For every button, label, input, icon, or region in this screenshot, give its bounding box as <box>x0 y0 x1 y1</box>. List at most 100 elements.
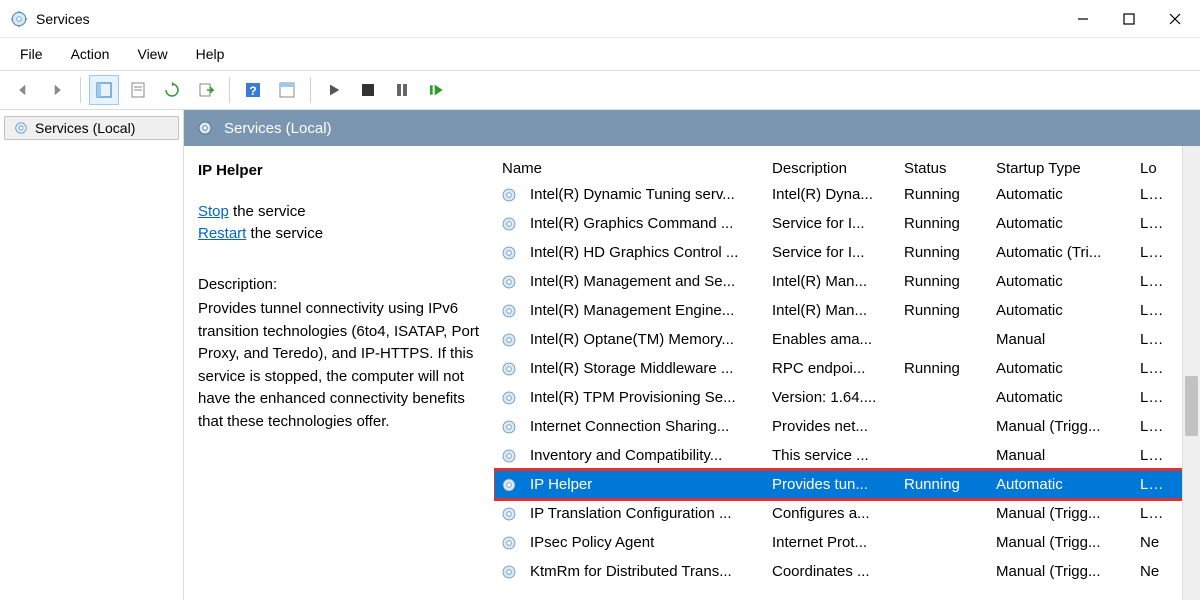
service-row[interactable]: Intel(R) Graphics Command ...Service for… <box>494 209 1200 238</box>
cell-description: Service for I... <box>764 244 896 261</box>
cell-name: Intel(R) Management Engine... <box>522 302 764 319</box>
stop-suffix: the service <box>229 203 306 220</box>
tree-pane: Services (Local) <box>0 110 184 600</box>
back-button[interactable] <box>8 75 38 105</box>
column-header-name[interactable]: Name <box>494 160 764 177</box>
gear-icon <box>500 418 518 436</box>
column-header-logon[interactable]: Lo <box>1132 160 1172 177</box>
cell-logon: Loc <box>1132 273 1172 290</box>
gear-icon <box>500 360 518 378</box>
cell-description: Enables ama... <box>764 331 896 348</box>
cell-logon: Ne <box>1132 563 1172 580</box>
cell-name: IP Helper <box>522 476 764 493</box>
cell-startup: Automatic <box>988 186 1132 203</box>
service-row[interactable]: Intel(R) Storage Middleware ...RPC endpo… <box>494 354 1200 383</box>
refresh-button[interactable] <box>157 75 187 105</box>
maximize-button[interactable] <box>1106 3 1152 35</box>
service-row[interactable]: KtmRm for Distributed Trans...Coordinate… <box>494 557 1200 586</box>
vertical-scrollbar[interactable] <box>1182 146 1200 600</box>
cell-status: Running <box>896 273 988 290</box>
cell-description: Version: 1.64.... <box>764 389 896 406</box>
toolbar-separator <box>229 77 230 103</box>
list-header: Name Description Status Startup Type Lo <box>494 146 1200 180</box>
cell-name: Intel(R) TPM Provisioning Se... <box>522 389 764 406</box>
column-header-description[interactable]: Description <box>764 160 896 177</box>
svg-text:?: ? <box>249 84 256 98</box>
start-service-button[interactable] <box>319 75 349 105</box>
cell-logon: Loc <box>1132 505 1172 522</box>
service-row[interactable]: IPsec Policy AgentInternet Prot... Manual… <box>494 528 1200 557</box>
menu-file[interactable]: File <box>8 42 55 66</box>
service-row[interactable]: IP HelperProvides tun...RunningAutomatic… <box>494 470 1200 499</box>
column-header-status[interactable]: Status <box>896 160 988 177</box>
cell-description: Service for I... <box>764 215 896 232</box>
cell-name: IP Translation Configuration ... <box>522 505 764 522</box>
gear-icon <box>500 273 518 291</box>
cell-description: Provides net... <box>764 418 896 435</box>
tab-title: Services (Local) <box>224 120 332 137</box>
restart-service-button[interactable] <box>421 75 451 105</box>
service-row[interactable]: Internet Connection Sharing...Provides n… <box>494 412 1200 441</box>
cell-name: Intel(R) Dynamic Tuning serv... <box>522 186 764 203</box>
cell-startup: Automatic <box>988 302 1132 319</box>
cell-description: RPC endpoi... <box>764 360 896 377</box>
cell-status: Running <box>896 186 988 203</box>
cell-logon: Loc <box>1132 360 1172 377</box>
gear-icon <box>500 215 518 233</box>
column-header-startup[interactable]: Startup Type <box>988 160 1132 177</box>
cell-name: Intel(R) Management and Se... <box>522 273 764 290</box>
service-row[interactable]: Inventory and Compatibility...This servi… <box>494 441 1200 470</box>
toolbar-separator <box>310 77 311 103</box>
gear-icon <box>500 505 518 523</box>
forward-button[interactable] <box>42 75 72 105</box>
cell-startup: Manual (Trigg... <box>988 418 1132 435</box>
cell-description: Intel(R) Man... <box>764 302 896 319</box>
cell-description: Intel(R) Man... <box>764 273 896 290</box>
cell-name: KtmRm for Distributed Trans... <box>522 563 764 580</box>
cell-startup: Automatic <box>988 360 1132 377</box>
cell-logon: Loc <box>1132 215 1172 232</box>
scroll-thumb[interactable] <box>1185 376 1198 436</box>
service-row[interactable]: Intel(R) Management Engine...Intel(R) Ma… <box>494 296 1200 325</box>
menu-view[interactable]: View <box>125 42 179 66</box>
service-row[interactable]: Intel(R) Optane(TM) Memory...Enables ama… <box>494 325 1200 354</box>
service-row[interactable]: Intel(R) TPM Provisioning Se...Version: … <box>494 383 1200 412</box>
service-row[interactable]: Intel(R) Dynamic Tuning serv...Intel(R) … <box>494 180 1200 209</box>
cell-startup: Manual (Trigg... <box>988 534 1132 551</box>
menu-help[interactable]: Help <box>184 42 237 66</box>
cell-status: Running <box>896 476 988 493</box>
cell-logon: Loc <box>1132 389 1172 406</box>
cell-name: Intel(R) Storage Middleware ... <box>522 360 764 377</box>
cell-name: Internet Connection Sharing... <box>522 418 764 435</box>
restart-service-line: Restart the service <box>198 223 484 246</box>
cell-description: Internet Prot... <box>764 534 896 551</box>
service-row[interactable]: IP Translation Configuration ...Configur… <box>494 499 1200 528</box>
cell-name: IPsec Policy Agent <box>522 534 764 551</box>
stop-service-link[interactable]: Stop <box>198 203 229 220</box>
cell-status: Running <box>896 244 988 261</box>
tree-item-services-local[interactable]: Services (Local) <box>4 116 179 140</box>
selected-service-name: IP Helper <box>198 160 484 183</box>
properties-button[interactable] <box>123 75 153 105</box>
restart-service-link[interactable]: Restart <box>198 225 246 242</box>
cell-logon: Ne <box>1132 534 1172 551</box>
main-pane: Services (Local) IP Helper Stop the serv… <box>184 110 1200 600</box>
show-hide-tree-button[interactable] <box>89 75 119 105</box>
service-row[interactable]: Intel(R) HD Graphics Control ...Service … <box>494 238 1200 267</box>
help-button[interactable]: ? <box>238 75 268 105</box>
export-button[interactable] <box>191 75 221 105</box>
minimize-button[interactable] <box>1060 3 1106 35</box>
pause-service-button[interactable] <box>387 75 417 105</box>
tree-item-label: Services (Local) <box>35 120 135 136</box>
view-button[interactable] <box>272 75 302 105</box>
menu-action[interactable]: Action <box>59 42 122 66</box>
window-controls <box>1060 3 1198 35</box>
gear-icon <box>500 186 518 204</box>
toolbar-separator <box>80 77 81 103</box>
stop-service-button[interactable] <box>353 75 383 105</box>
cell-description: Coordinates ... <box>764 563 896 580</box>
cell-startup: Manual (Trigg... <box>988 563 1132 580</box>
cell-name: Intel(R) Graphics Command ... <box>522 215 764 232</box>
service-row[interactable]: Intel(R) Management and Se...Intel(R) Ma… <box>494 267 1200 296</box>
close-button[interactable] <box>1152 3 1198 35</box>
